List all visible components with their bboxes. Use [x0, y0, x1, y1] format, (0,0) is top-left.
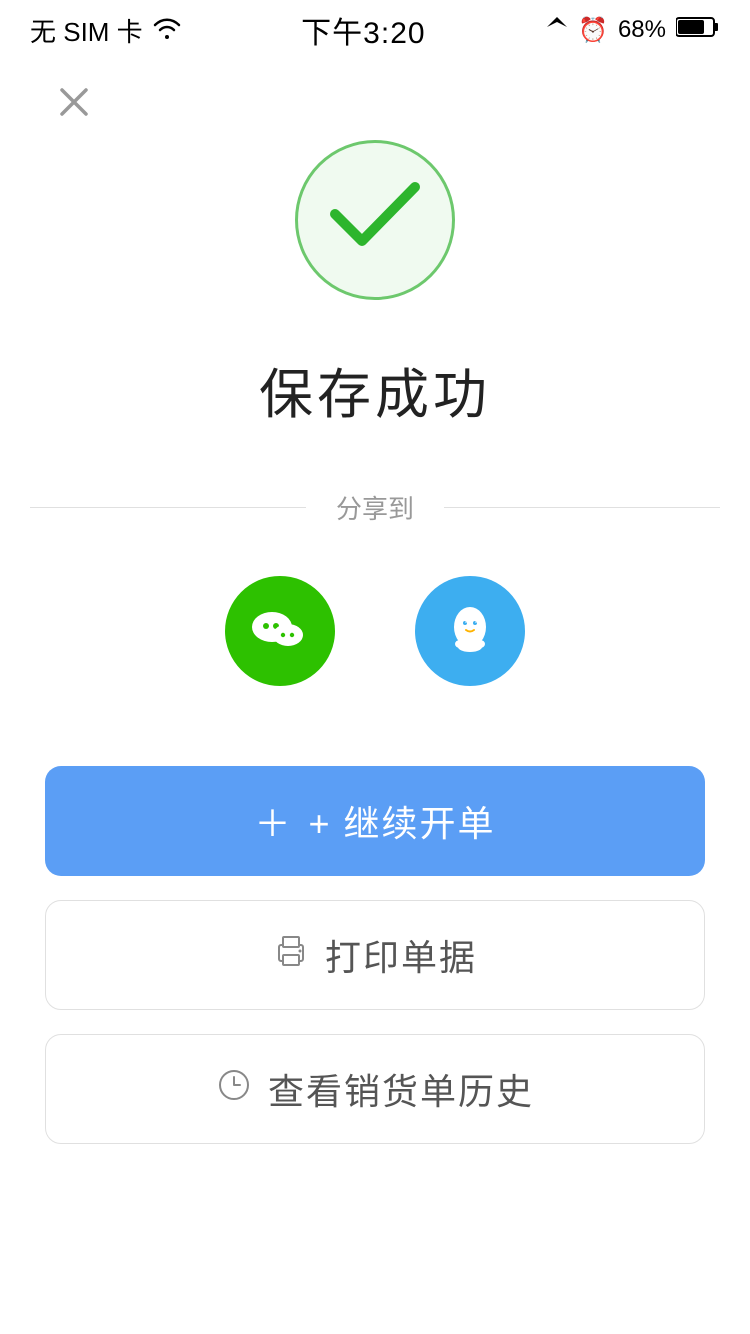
- location-icon: [546, 16, 568, 45]
- status-right: ⏰ 68%: [546, 16, 720, 45]
- share-label: 分享到: [336, 489, 414, 526]
- continue-label: + 继续开单: [308, 795, 495, 847]
- print-label: 打印单据: [325, 929, 477, 981]
- status-bar: 无 SIM 卡 下午3:20 ⏰ 68%: [0, 0, 750, 60]
- print-button[interactable]: 打印单据: [45, 900, 705, 1010]
- sim-status: 无 SIM 卡: [30, 12, 143, 49]
- history-icon: [216, 1067, 252, 1112]
- divider-line-left: [30, 507, 306, 508]
- share-wechat-button[interactable]: [225, 576, 335, 686]
- share-icons-row: [225, 576, 525, 686]
- action-buttons: ＋ + 继续开单 打印单据 查看销货单历: [45, 766, 705, 1144]
- status-left: 无 SIM 卡: [30, 12, 181, 49]
- battery-icon: [676, 16, 720, 45]
- success-title: 保存成功: [259, 350, 491, 429]
- status-time: 下午3:20: [301, 8, 425, 52]
- close-button[interactable]: [44, 72, 104, 132]
- wifi-icon: [153, 15, 181, 46]
- share-qq-button[interactable]: [415, 576, 525, 686]
- alarm-icon: ⏰: [578, 16, 608, 45]
- history-button[interactable]: 查看销货单历史: [45, 1034, 705, 1144]
- share-divider: 分享到: [0, 489, 750, 526]
- success-icon-circle: [295, 140, 455, 300]
- continue-button[interactable]: ＋ + 继续开单: [45, 766, 705, 876]
- battery-percent: 68%: [618, 16, 666, 44]
- main-content: 保存成功 分享到: [0, 60, 750, 1144]
- plus-icon: ＋: [254, 795, 292, 847]
- history-label: 查看销货单历史: [268, 1063, 534, 1115]
- divider-line-right: [444, 507, 720, 508]
- checkmark-icon: [330, 179, 420, 262]
- printer-icon: [273, 933, 309, 978]
